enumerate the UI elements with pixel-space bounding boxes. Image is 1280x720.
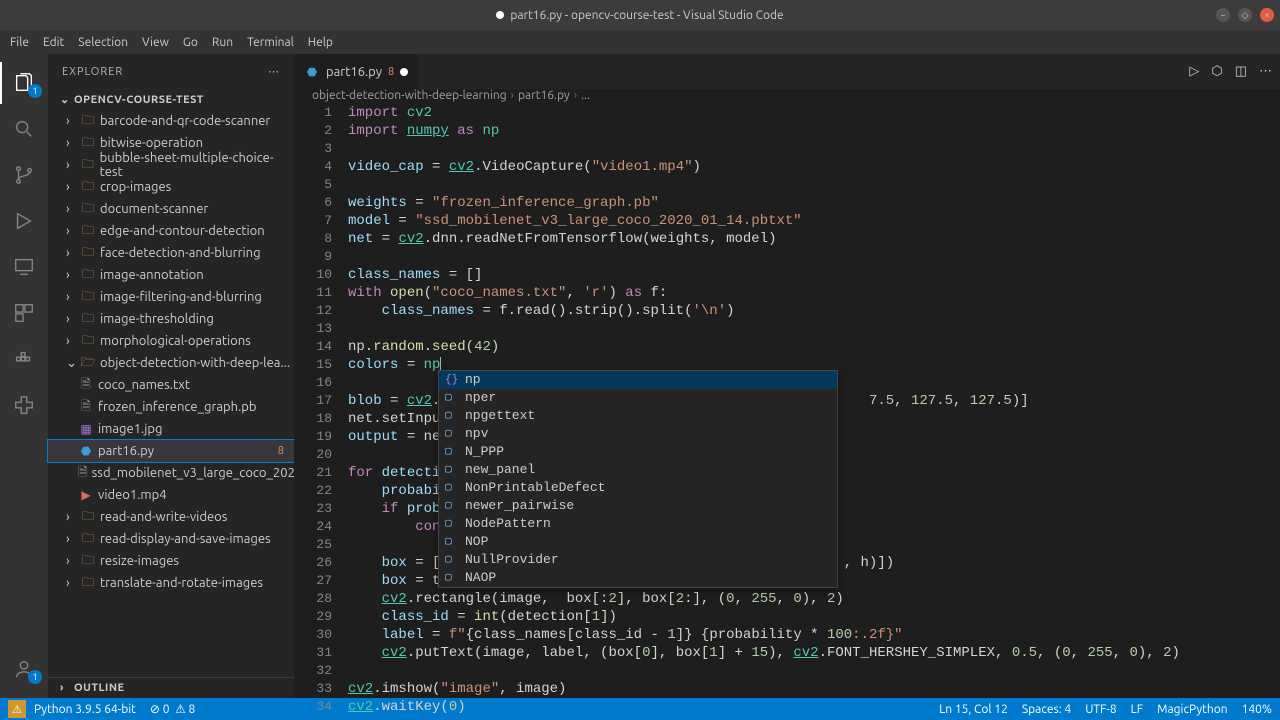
folder-item[interactable]: ›🗀resize-images — [48, 550, 294, 572]
folder-item[interactable]: ›🗀image-filtering-and-blurring — [48, 286, 294, 308]
menu-edit[interactable]: Edit — [43, 36, 64, 49]
docker-icon — [13, 348, 35, 370]
run-icon[interactable]: ▷ — [1189, 64, 1199, 79]
branch-icon — [13, 164, 35, 186]
suggest-item[interactable]: ▢NOP — [439, 533, 837, 551]
menu-run[interactable]: Run — [212, 36, 233, 49]
file-item[interactable]: ▶video1.mp4 — [48, 484, 294, 506]
folder-item[interactable]: ›🗀image-thresholding — [48, 308, 294, 330]
warning-triangle-icon[interactable]: ⚠ — [8, 700, 26, 718]
file-item[interactable]: ⬣part16.py8 — [48, 440, 294, 462]
file-item[interactable]: ▦image1.jpg — [48, 418, 294, 440]
modified-dot-icon — [400, 68, 408, 76]
badge: 1 — [28, 670, 42, 684]
folder-item[interactable]: ›🗀crop-images — [48, 176, 294, 198]
suggest-item[interactable]: ▢NonPrintableDefect — [439, 479, 837, 497]
minimize-button[interactable]: − — [1216, 8, 1230, 22]
code-editor[interactable]: 1234567891011121314151617181920212223242… — [294, 102, 1280, 716]
explorer-activity[interactable]: 1 — [0, 62, 48, 104]
suggest-item[interactable]: ▢N_PPP — [439, 443, 837, 461]
breadcrumb[interactable]: object-detection-with-deep-learning› par… — [294, 89, 1280, 102]
more-icon[interactable]: ⋯ — [268, 65, 280, 78]
menu-file[interactable]: File — [10, 36, 29, 49]
suggest-item[interactable]: ▢npv — [439, 425, 837, 443]
folder-item[interactable]: ›🗀morphological-operations — [48, 330, 294, 352]
split-icon[interactable]: ◫ — [1235, 64, 1247, 79]
chevron-right-icon: › — [60, 682, 70, 694]
folder-item[interactable]: ›🗀read-display-and-save-images — [48, 528, 294, 550]
code-content[interactable]: import cv2 import numpy as np video_cap … — [348, 102, 1280, 716]
line-gutter: 1234567891011121314151617181920212223242… — [294, 102, 348, 716]
problems-indicator[interactable]: ⊘ 0 ⚠ 8 — [150, 702, 195, 716]
folder-item-expanded[interactable]: ⌄🗁object-detection-with-deep-lea... — [48, 352, 294, 374]
modified-dot-icon — [496, 11, 504, 19]
extensions-icon — [13, 302, 35, 324]
explorer-label: EXPLORER — [62, 66, 123, 78]
more-icon[interactable]: ⋯ — [1259, 64, 1272, 79]
menu-view[interactable]: View — [142, 36, 169, 49]
project-section[interactable]: ⌄ OPENCV-COURSE-TEST — [48, 89, 294, 110]
python-file-icon: ⬣ — [304, 65, 320, 79]
intellisense-suggest[interactable]: {}np▢nper▢npgettext▢npv▢N_PPP▢new_panel▢… — [438, 370, 838, 588]
suggest-item[interactable]: ▢NullProvider — [439, 551, 837, 569]
play-bug-icon — [13, 210, 35, 232]
folder-item[interactable]: ›🗀image-annotation — [48, 264, 294, 286]
close-button[interactable]: × — [1260, 8, 1274, 22]
file-tree: ›🗀barcode-and-qr-code-scanner›🗀bitwise-o… — [48, 110, 294, 594]
debug-activity[interactable] — [0, 200, 48, 242]
menu-go[interactable]: Go — [183, 36, 198, 49]
suggest-item[interactable]: ▢npgettext — [439, 407, 837, 425]
menu-help[interactable]: Help — [308, 36, 333, 49]
folder-item[interactable]: ›🗀barcode-and-qr-code-scanner — [48, 110, 294, 132]
search-activity[interactable] — [0, 108, 48, 150]
docker-activity[interactable] — [0, 338, 48, 380]
menu-terminal[interactable]: Terminal — [247, 36, 294, 49]
folder-item[interactable]: ›🗀face-detection-and-blurring — [48, 242, 294, 264]
file-item[interactable]: 🗎coco_names.txt — [48, 374, 294, 396]
python-icon — [13, 394, 35, 416]
sidebar: EXPLORER ⋯ ⌄ OPENCV-COURSE-TEST ›🗀barcod… — [48, 54, 294, 698]
folder-item[interactable]: ›🗀translate-and-rotate-images — [48, 572, 294, 594]
suggest-item[interactable]: ▢new_panel — [439, 461, 837, 479]
file-item[interactable]: 🗎frozen_inference_graph.pb — [48, 396, 294, 418]
badge: 1 — [28, 84, 42, 98]
extensions-activity[interactable] — [0, 292, 48, 334]
tab-bar: ⬣ part16.py 8 ▷ ⬡ ◫ ⋯ — [294, 54, 1280, 89]
chevron-down-icon: ⌄ — [60, 93, 70, 106]
activitybar: 1 1 — [0, 54, 48, 698]
python-interpreter[interactable]: Python 3.9.5 64-bit — [34, 703, 136, 716]
folder-item[interactable]: ›🗀bubble-sheet-multiple-choice-test — [48, 154, 294, 176]
search-icon — [13, 118, 35, 140]
remote-icon — [13, 256, 35, 278]
menu-selection[interactable]: Selection — [78, 36, 128, 49]
file-item[interactable]: 🗎ssd_mobilenet_v3_large_coco_202... — [48, 462, 294, 484]
folder-item[interactable]: ›🗀document-scanner — [48, 198, 294, 220]
suggest-item[interactable]: ▢NAOP — [439, 569, 837, 587]
accounts-activity[interactable]: 1 — [0, 648, 48, 690]
scm-activity[interactable] — [0, 154, 48, 196]
outline-section[interactable]: › OUTLINE — [48, 677, 294, 698]
folder-item[interactable]: ›🗀edge-and-contour-detection — [48, 220, 294, 242]
window-title: part16.py - opencv-course-test - Visual … — [510, 9, 783, 22]
suggest-item[interactable]: ▢nper — [439, 389, 837, 407]
python-activity[interactable] — [0, 384, 48, 426]
suggest-item[interactable]: ▢NodePattern — [439, 515, 837, 533]
suggest-item[interactable]: ▢newer_pairwise — [439, 497, 837, 515]
menubar: File Edit Selection View Go Run Terminal… — [0, 30, 1280, 54]
editor-area: ⬣ part16.py 8 ▷ ⬡ ◫ ⋯ object-detection-w… — [294, 54, 1280, 698]
remote-activity[interactable] — [0, 246, 48, 288]
tab-part16[interactable]: ⬣ part16.py 8 — [294, 54, 419, 89]
suggest-item[interactable]: {}np — [439, 371, 837, 389]
bug-icon[interactable]: ⬡ — [1211, 64, 1222, 79]
maximize-button[interactable]: ◇ — [1238, 8, 1252, 22]
titlebar: part16.py - opencv-course-test - Visual … — [0, 0, 1280, 30]
folder-item[interactable]: ›🗀read-and-write-videos — [48, 506, 294, 528]
